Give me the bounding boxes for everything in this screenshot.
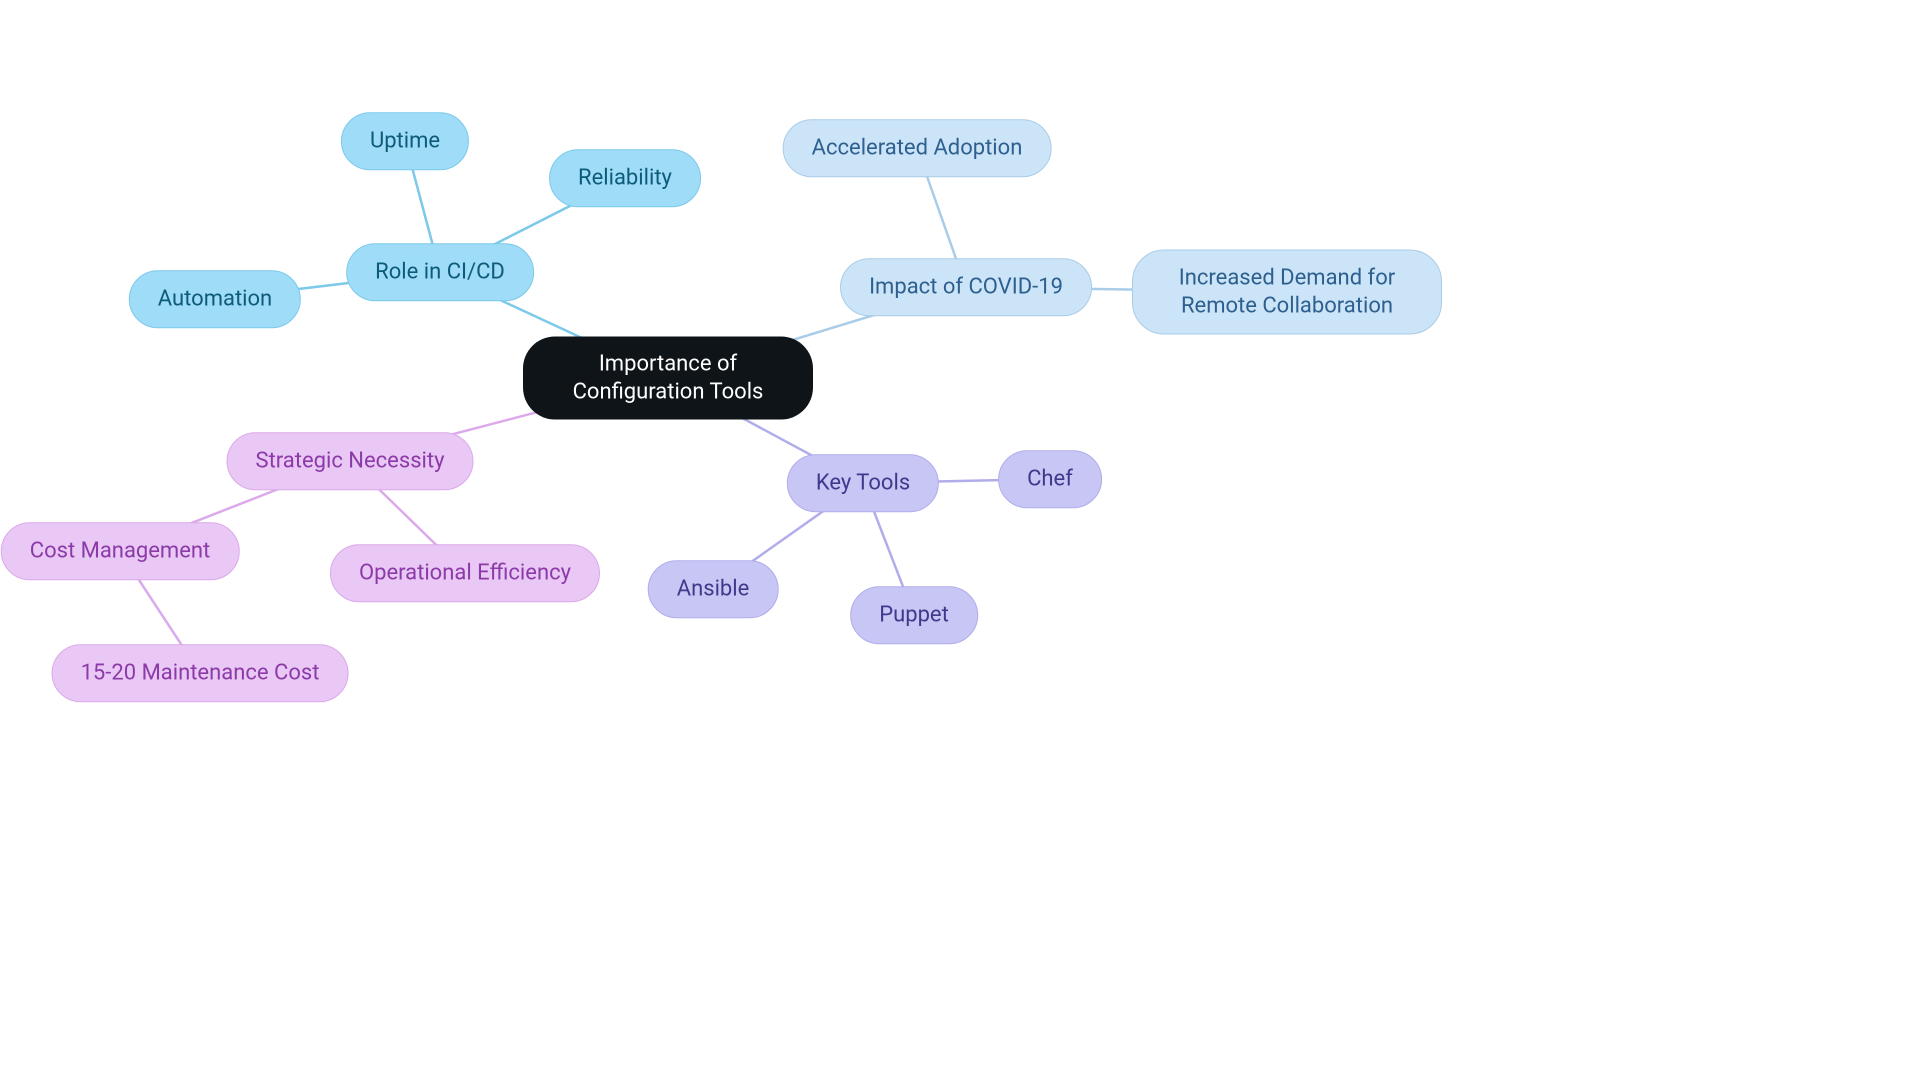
node-center[interactable]: Importance of Configuration Tools <box>523 337 813 420</box>
node-tools[interactable]: Key Tools <box>787 454 939 512</box>
node-reliability[interactable]: Reliability <box>549 149 701 207</box>
node-maint[interactable]: 15-20 Maintenance Cost <box>52 644 349 702</box>
node-uptime[interactable]: Uptime <box>341 112 469 170</box>
node-chef[interactable]: Chef <box>998 450 1102 508</box>
node-automation[interactable]: Automation <box>129 270 301 328</box>
node-covid[interactable]: Impact of COVID-19 <box>840 258 1092 316</box>
node-puppet[interactable]: Puppet <box>850 586 978 644</box>
node-costmgmt[interactable]: Cost Management <box>1 522 240 580</box>
node-cicd[interactable]: Role in CI/CD <box>346 243 534 301</box>
node-efficiency[interactable]: Operational Efficiency <box>330 544 600 602</box>
node-remote[interactable]: Increased Demand for Remote Collaboratio… <box>1132 250 1442 335</box>
node-strategic[interactable]: Strategic Necessity <box>227 432 474 490</box>
node-ansible[interactable]: Ansible <box>648 560 779 618</box>
node-accel[interactable]: Accelerated Adoption <box>783 119 1052 177</box>
